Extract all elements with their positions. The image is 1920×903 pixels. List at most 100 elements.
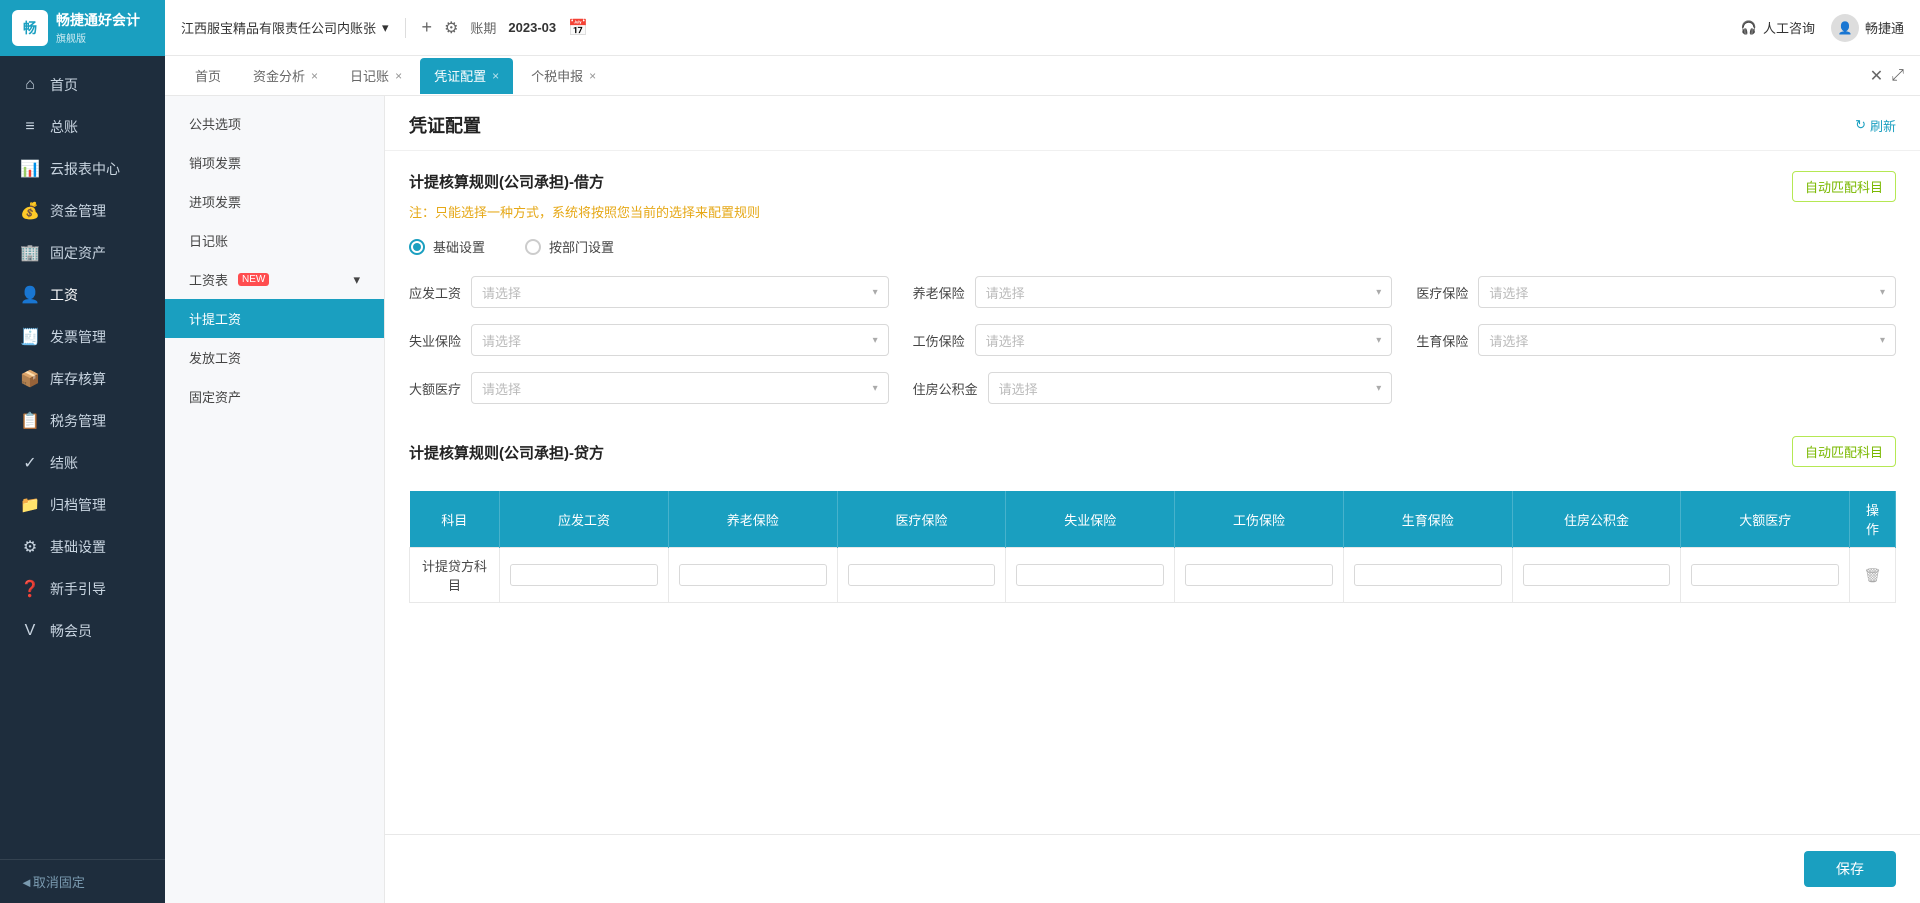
cancel-fixed-label: ◄取消固定	[20, 872, 85, 891]
field-housing-fund-select[interactable]: 请选择 ▾	[988, 372, 1393, 404]
cell-action[interactable]: 🗑	[1850, 548, 1896, 603]
tab-tax-report-close[interactable]: ×	[589, 69, 596, 83]
tab-fund-analysis-close[interactable]: ×	[311, 69, 318, 83]
input-maternity[interactable]	[1354, 564, 1502, 586]
field-gross-wage: 应发工资 请选择 ▾	[409, 276, 889, 308]
menu-item-payroll-release[interactable]: 发放工资	[165, 338, 384, 377]
refresh-label: 刷新	[1870, 116, 1896, 135]
input-medical[interactable]	[848, 564, 996, 586]
tab-journal-close[interactable]: ×	[395, 69, 402, 83]
menu-item-journal[interactable]: 日记账	[165, 221, 384, 260]
service-button[interactable]: 🎧 人工咨询	[1741, 18, 1815, 37]
field-supplemental-medical-select[interactable]: 请选择 ▾	[471, 372, 889, 404]
input-gross[interactable]	[510, 564, 658, 586]
field-pension-placeholder: 请选择	[986, 283, 1025, 302]
menu-item-payroll-accrual[interactable]: 计提工资	[165, 299, 384, 338]
radio-group-debit: 基础设置 按部门设置	[409, 237, 1896, 256]
refresh-button[interactable]: ↻ 刷新	[1855, 116, 1896, 135]
cell-supp-medical[interactable]	[1681, 548, 1850, 603]
field-injury-select[interactable]: 请选择 ▾	[975, 324, 1393, 356]
close-all-tabs-button[interactable]: ✕	[1870, 66, 1883, 86]
sidebar-item-reports[interactable]: 📊云报表中心	[0, 148, 165, 190]
cell-injury[interactable]	[1175, 548, 1344, 603]
sidebar-item-funds[interactable]: 💰资金管理	[0, 190, 165, 232]
cell-gross[interactable]	[500, 548, 669, 603]
radio-basic-dot	[413, 243, 421, 251]
tab-fund-analysis[interactable]: 资金分析 ×	[239, 58, 332, 94]
field-maternity-select[interactable]: 请选择 ▾	[1478, 324, 1896, 356]
funds-icon: 💰	[20, 201, 40, 221]
guide-icon: ❓	[20, 579, 40, 599]
field-injury-label: 工伤保险	[913, 331, 965, 350]
select-arrow-icon-6: ▾	[1880, 335, 1885, 346]
sidebar-item-invoice-mgmt[interactable]: 🧾发票管理	[0, 316, 165, 358]
field-maternity-label: 生育保险	[1416, 331, 1468, 350]
tabs-actions: ✕ ⤢	[1870, 66, 1904, 86]
sidebar-item-checkout[interactable]: ✓结账	[0, 442, 165, 484]
credit-table: 科目 应发工资 养老保险 医疗保险 失业保险 工伤保险 生育保险 住房公积金 大…	[409, 491, 1896, 603]
cancel-fixed-button[interactable]: ◄取消固定	[0, 859, 165, 903]
fixed-assets-icon: 🏢	[20, 243, 40, 263]
menu-item-sales-invoice[interactable]: 销项发票	[165, 143, 384, 182]
sidebar-item-fixed-assets[interactable]: 🏢固定资产	[0, 232, 165, 274]
input-injury[interactable]	[1185, 564, 1333, 586]
auto-match-credit-button[interactable]: 自动匹配科目	[1792, 436, 1896, 467]
basic-settings-icon: ⚙	[20, 537, 40, 557]
expand-button[interactable]: ⤢	[1891, 67, 1904, 85]
input-unemployment[interactable]	[1016, 564, 1164, 586]
col-header-maternity: 生育保险	[1343, 491, 1512, 548]
menu-item-purchase-invoice[interactable]: 进项发票	[165, 182, 384, 221]
menu-item-public-options[interactable]: 公共选项	[165, 104, 384, 143]
tab-home[interactable]: 首页	[181, 58, 235, 94]
input-pension[interactable]	[679, 564, 827, 586]
user-info[interactable]: 👤 畅捷通	[1831, 14, 1904, 42]
field-pension-select[interactable]: 请选择 ▾	[975, 276, 1393, 308]
sidebar-item-inventory[interactable]: 📦库存核算	[0, 358, 165, 400]
company-selector[interactable]: 江西服宝精品有限责任公司内账张 ▾	[181, 18, 389, 37]
save-button[interactable]: 保存	[1804, 851, 1896, 887]
topbar-divider-1	[405, 18, 406, 38]
menu-item-payroll-table[interactable]: 工资表 NEW ▾	[165, 260, 384, 299]
radio-by-dept[interactable]: 按部门设置	[525, 237, 614, 256]
sidebar-item-vip[interactable]: V畅会员	[0, 610, 165, 652]
cell-pension[interactable]	[668, 548, 837, 603]
field-medical-select[interactable]: 请选择 ▾	[1478, 276, 1896, 308]
col-header-medical: 医疗保险	[837, 491, 1006, 548]
settings-icon[interactable]: ⚙	[444, 18, 458, 38]
cell-maternity[interactable]	[1343, 548, 1512, 603]
save-bar: 保存	[385, 834, 1920, 903]
input-supp-medical[interactable]	[1691, 564, 1839, 586]
delete-row-button[interactable]: 🗑	[1864, 567, 1882, 583]
cell-housing[interactable]	[1512, 548, 1681, 603]
radio-basic[interactable]: 基础设置	[409, 237, 485, 256]
sidebar-item-basic-settings[interactable]: ⚙基础设置	[0, 526, 165, 568]
tab-voucher-config-close[interactable]: ×	[492, 69, 499, 83]
sidebar-item-guide[interactable]: ❓新手引导	[0, 568, 165, 610]
input-housing[interactable]	[1523, 564, 1671, 586]
sidebar-nav: ⌂首页≡总账📊云报表中心💰资金管理🏢固定资产👤工资🧾发票管理📦库存核算📋税务管理…	[0, 56, 165, 859]
field-injury-placeholder: 请选择	[986, 331, 1025, 350]
left-menu: 公共选项 销项发票 进项发票 日记账 工资表 NEW ▾ 计提工资	[165, 96, 385, 903]
cell-unemployment[interactable]	[1006, 548, 1175, 603]
col-header-supp-medical: 大额医疗	[1681, 491, 1850, 548]
tab-journal[interactable]: 日记账 ×	[336, 58, 416, 94]
calendar-icon[interactable]: 📅	[568, 18, 588, 38]
col-header-gross: 应发工资	[500, 491, 669, 548]
menu-label-payroll-accrual: 计提工资	[189, 309, 241, 328]
home-icon: ⌂	[20, 76, 40, 94]
field-unemployment-select[interactable]: 请选择 ▾	[471, 324, 889, 356]
field-gross-wage-select[interactable]: 请选择 ▾	[471, 276, 889, 308]
sidebar-item-general-ledger[interactable]: ≡总账	[0, 106, 165, 148]
tab-tax-report[interactable]: 个税申报 ×	[517, 58, 610, 94]
sidebar-item-wages[interactable]: 👤工资	[0, 274, 165, 316]
sidebar-item-archive[interactable]: 📁归档管理	[0, 484, 165, 526]
sidebar-label-checkout: 结账	[50, 453, 78, 473]
auto-match-debit-button[interactable]: 自动匹配科目	[1792, 171, 1896, 202]
refresh-icon: ↻	[1855, 117, 1866, 133]
sidebar-item-home[interactable]: ⌂首页	[0, 64, 165, 106]
add-company-button[interactable]: +	[422, 17, 433, 38]
sidebar-item-tax[interactable]: 📋税务管理	[0, 400, 165, 442]
menu-item-fixed-assets[interactable]: 固定资产	[165, 377, 384, 416]
tab-voucher-config[interactable]: 凭证配置 ×	[420, 58, 513, 94]
cell-medical[interactable]	[837, 548, 1006, 603]
